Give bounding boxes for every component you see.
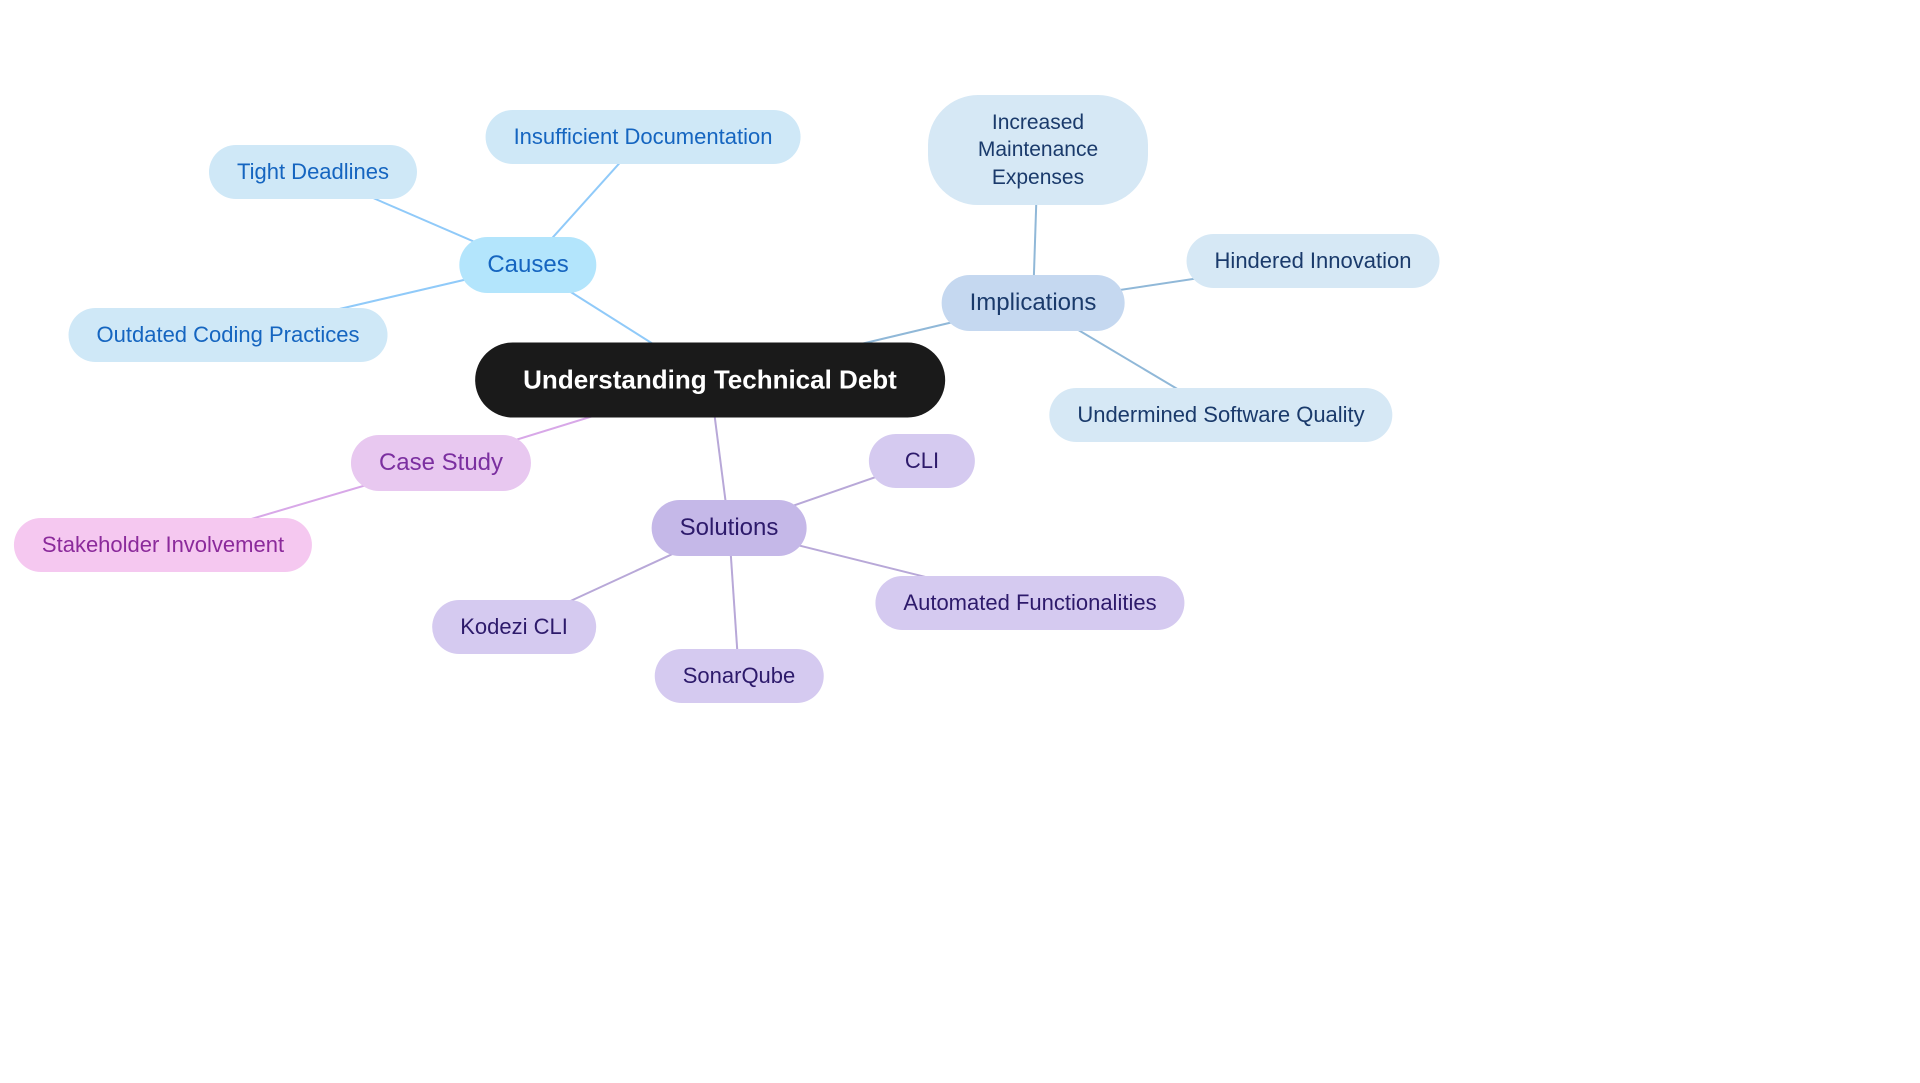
solutions-node: Solutions (652, 500, 807, 556)
case-study-node: Case Study (351, 435, 531, 491)
center-node: Understanding Technical Debt (475, 343, 945, 418)
automated-functionalities-node: Automated Functionalities (875, 576, 1184, 630)
stakeholder-involvement-node: Stakeholder Involvement (14, 518, 312, 572)
sonarqube-node: SonarQube (655, 649, 824, 703)
tight-deadlines-node: Tight Deadlines (209, 145, 417, 199)
outdated-coding-practices-node: Outdated Coding Practices (69, 308, 388, 362)
cli-node: CLI (869, 434, 975, 488)
increased-maintenance-node: Increased Maintenance Expenses (928, 95, 1148, 205)
implications-node: Implications (942, 275, 1125, 331)
hindered-innovation-node: Hindered Innovation (1187, 234, 1440, 288)
kodezi-cli-node: Kodezi CLI (432, 600, 596, 654)
causes-node: Causes (459, 237, 596, 293)
insufficient-documentation-node: Insufficient Documentation (486, 110, 801, 164)
mindmap-container: Understanding Technical Debt Causes Tigh… (0, 0, 1920, 1083)
undermined-software-quality-node: Undermined Software Quality (1049, 388, 1392, 442)
